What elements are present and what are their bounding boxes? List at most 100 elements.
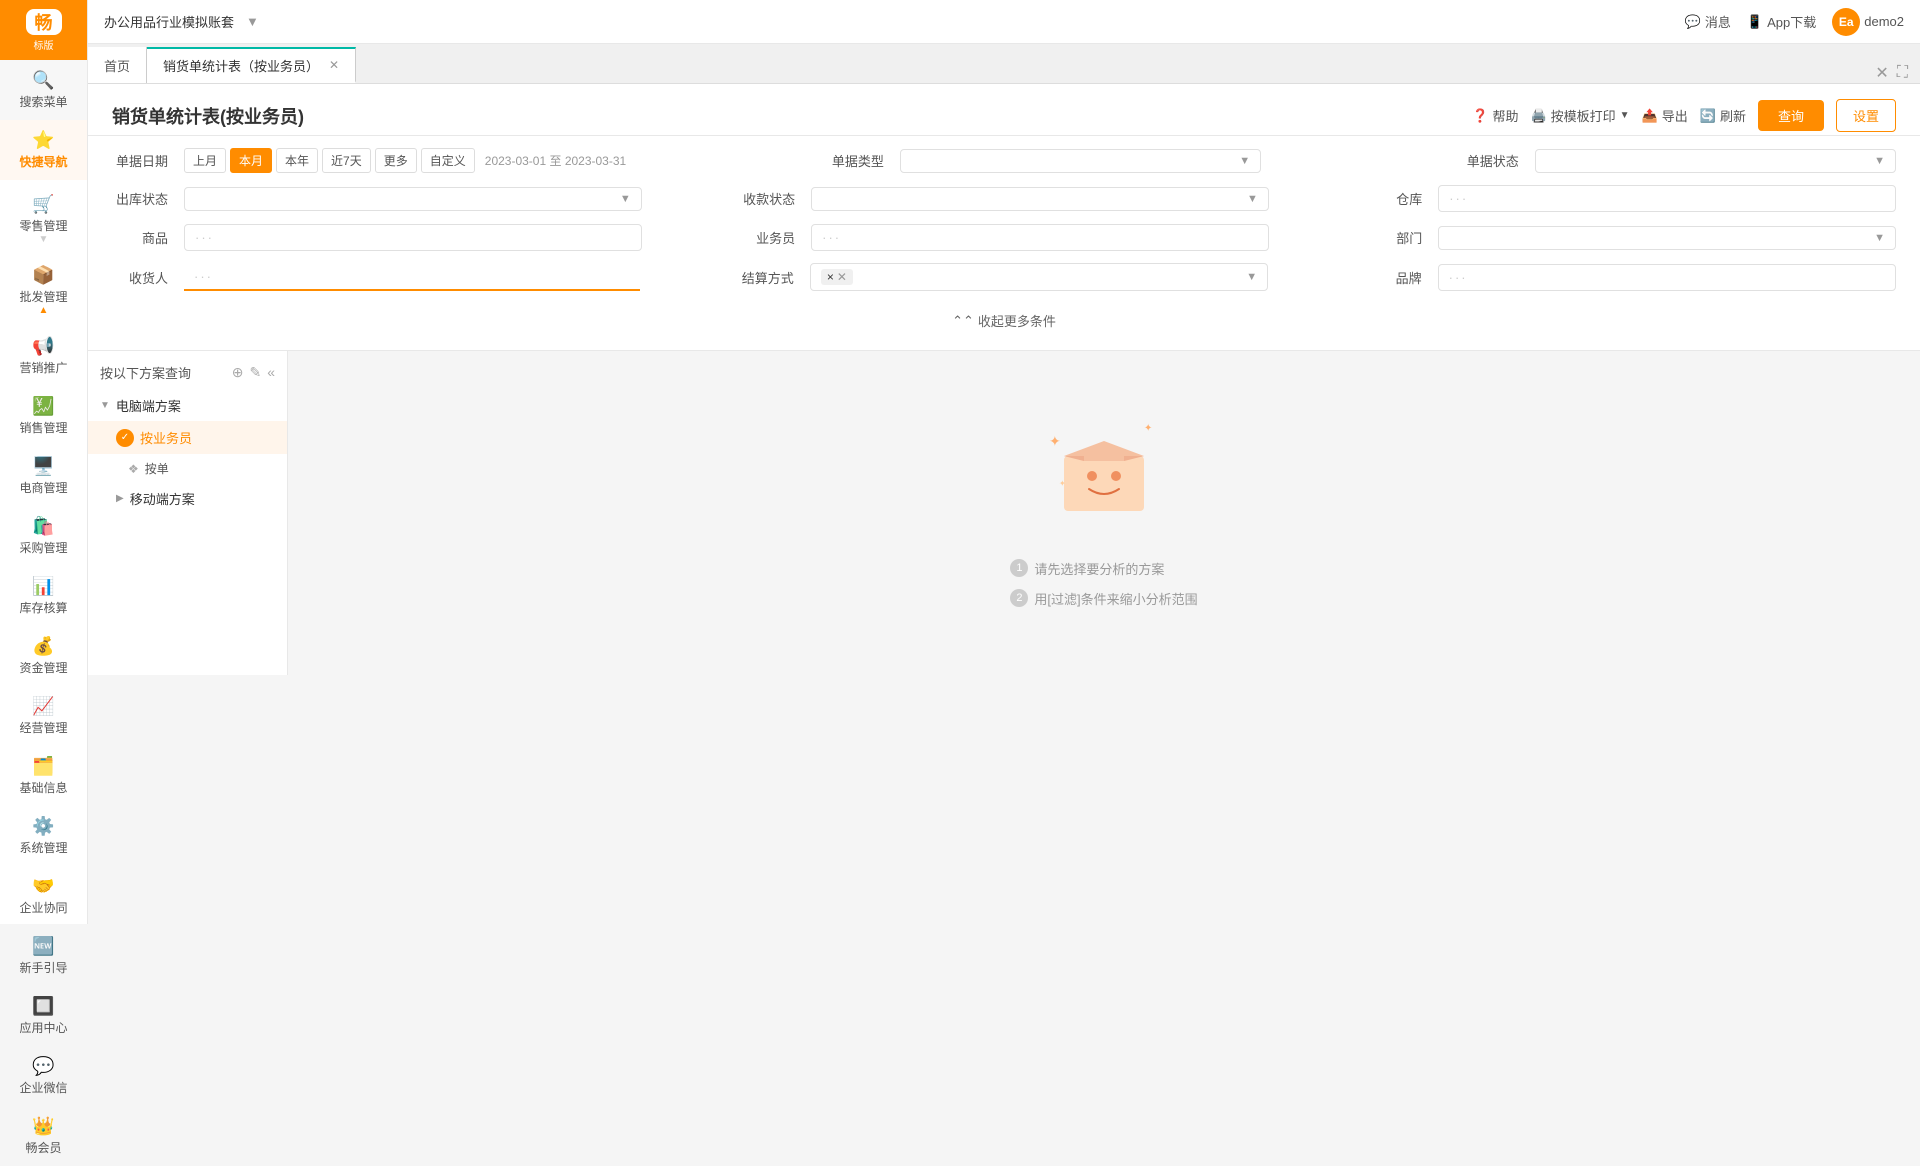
sidebar-search-label: 搜索菜单 [19,93,67,110]
outstatus-chevron: ▼ [620,193,631,205]
download-icon: 📱 [1747,14,1763,30]
collapse-btn[interactable]: ⌃⌃ 收起更多条件 [112,303,1896,338]
tab-sales-stats-label: 销货单统计表（按业务员） [163,56,319,75]
salesperson-select[interactable]: ··· [811,224,1269,251]
export-btn[interactable]: 📤 导出 [1642,106,1688,125]
salesperson-dot: ✓ [116,429,134,447]
docstatus-select[interactable]: ▼ [1535,149,1896,173]
sidebar-marketing-label: 营销推广 [19,359,67,376]
brand-select[interactable]: ··· [1438,264,1896,291]
sidebar-operations-label: 经营管理 [19,719,67,736]
sidebar-item-retail[interactable]: 🛒 零售管理 ▼ [0,184,87,255]
sidebar-item-wholesale[interactable]: 📦 批发管理 ▲ [0,255,87,326]
receiver-input[interactable]: ··· [184,264,640,291]
salesperson-dots: ··· [822,230,841,245]
sidebar-item-search[interactable]: 🔍 搜索菜单 [0,60,87,120]
lp-subitem-order[interactable]: ❖ 按单 [88,454,287,483]
settlement-chevron: ▼ [1246,271,1257,283]
date-btn-7days[interactable]: 近7天 [322,148,371,173]
sidebar-item-operations[interactable]: 📈 经营管理 [0,686,87,746]
receiver-dots: ··· [194,269,213,284]
tab-sales-stats[interactable]: 销货单统计表（按业务员） ✕ [147,47,356,83]
doctype-select[interactable]: ▼ [900,149,1261,173]
settlement-select[interactable]: × ✕ ▼ [810,263,1268,291]
salesperson-label: 业务员 [739,228,795,247]
sidebar-item-sales[interactable]: 💹 销售管理 [0,386,87,446]
basic-icon: 🗂️ [32,756,54,777]
content-area: 销货单统计表(按业务员) ❓ 帮助 🖨️ 按模板打印 ▼ 📤 导出 🔄 刷 [88,84,1920,924]
message-btn[interactable]: 💬 消息 [1685,12,1731,31]
wechat-icon: 💬 [32,1056,54,1077]
collectstatus-select[interactable]: ▼ [811,187,1269,211]
date-label: 单据日期 [112,151,168,170]
logo-area: 畅 标版 [0,0,87,60]
tab-close-window-icon[interactable]: ✕ [1875,63,1888,83]
left-panel: 按以下方案查询 ⊕ ✎ « ▼ 电脑端方案 ✓ 按业务员 [88,351,288,675]
sidebar-item-enterprise[interactable]: 🤝 企业协同 [0,866,87,926]
sidebar-item-finance[interactable]: 💰 资金管理 [0,626,87,686]
sidebar-system-label: 系统管理 [19,839,67,856]
outstatus-select[interactable]: ▼ [184,187,642,211]
lp-section-pc-title[interactable]: ▼ 电脑端方案 [88,390,287,421]
empty-state: ✦ ✦ ✦ 1 请先选择要分析的方案 2 用[过滤]条件来缩小分析范围 [288,351,1920,675]
date-btn-more[interactable]: 更多 [375,148,417,173]
sidebar-item-basic[interactable]: 🗂️ 基础信息 [0,746,87,806]
appcenter-icon: 🔲 [32,996,54,1017]
message-label: 消息 [1705,12,1731,31]
sidebar-item-wechat[interactable]: 💬 企业微信 [0,1046,87,1106]
help-btn[interactable]: ❓ 帮助 [1472,106,1518,125]
title-arrow[interactable]: ▼ [246,14,259,29]
date-btn-thismonth[interactable]: 本月 [230,148,272,173]
sidebar-item-purchase[interactable]: 🛍️ 采购管理 [0,506,87,566]
ecommerce-icon: 🖥️ [32,456,54,477]
sidebar-retail-label: 零售管理 [19,217,67,234]
print-arrow: ▼ [1620,110,1630,121]
sidebar-quicknav-label: 快捷导航 [19,153,67,170]
date-btn-thisyear[interactable]: 本年 [276,148,318,173]
empty-tip-2: 2 用[过滤]条件来缩小分析范围 [1010,585,1197,611]
query-button[interactable]: 查询 [1758,100,1824,131]
lp-collapse-icon[interactable]: « [267,364,275,381]
app-download-btn[interactable]: 📱 App下载 [1747,12,1816,31]
settlement-clear[interactable]: ✕ [837,270,847,284]
page-header: 销货单统计表(按业务员) ❓ 帮助 🖨️ 按模板打印 ▼ 📤 导出 🔄 刷 [88,84,1920,136]
sidebar-item-inventory[interactable]: 📊 库存核算 [0,566,87,626]
sidebar-item-newuser[interactable]: 🆕 新手引导 [0,926,87,986]
settings-button[interactable]: 设置 [1836,99,1896,132]
help-icon: ❓ [1472,108,1488,124]
tip-num-1: 1 [1010,559,1028,577]
template-print-btn[interactable]: 🖨️ 按模板打印 ▼ [1530,106,1629,125]
tab-fullscreen-icon[interactable]: ⛶ [1897,64,1908,82]
finance-icon: 💰 [32,636,54,657]
goods-select[interactable]: ··· [184,224,642,251]
tab-home[interactable]: 首页 [88,47,147,83]
mobile-section-label: 移动端方案 [130,489,195,508]
refresh-btn[interactable]: 🔄 刷新 [1700,106,1746,125]
tab-maximize-area: ✕ ⛶ [1863,63,1920,83]
tab-close-btn[interactable]: ✕ [329,58,339,72]
sidebar-item-quicknav[interactable]: ⭐ 快捷导航 [0,120,87,180]
date-btn-lastmonth[interactable]: 上月 [184,148,226,173]
lp-edit-icon[interactable]: ✎ [249,364,261,381]
doctype-label: 单据类型 [828,151,884,170]
sidebar-item-member[interactable]: 👑 畅会员 [0,1106,87,1166]
sidebar-item-marketing[interactable]: 📢 营销推广 [0,326,87,386]
enterprise-icon: 🤝 [32,876,54,897]
department-select[interactable]: ▼ [1438,226,1896,250]
warehouse-select[interactable]: ··· [1438,185,1896,212]
lp-section-mobile-title[interactable]: ▶ 移动端方案 [88,483,287,514]
user-avatar-area[interactable]: Ea demo2 [1832,8,1904,36]
date-btn-custom[interactable]: 自定义 [421,148,475,173]
sidebar-item-ecommerce[interactable]: 🖥️ 电商管理 [0,446,87,506]
sidebar-item-system[interactable]: ⚙️ 系统管理 [0,806,87,866]
lp-item-salesperson[interactable]: ✓ 按业务员 [88,421,287,454]
retail-icon: 🛒 [32,194,54,215]
sidebar: 畅 标版 🔍 搜索菜单 ⭐ 快捷导航 🛒 零售管理 ▼ 📦 批发管理 ▲ 📢 营… [0,0,88,924]
order-icon-small: ❖ [128,462,139,476]
pc-section-arrow: ▼ [100,400,110,411]
lp-header-title: 按以下方案查询 [100,363,191,382]
lp-add-icon[interactable]: ⊕ [232,364,244,381]
sidebar-item-appcenter[interactable]: 🔲 应用中心 [0,986,87,1046]
empty-tip-1: 1 请先选择要分析的方案 [1010,555,1197,581]
svg-text:✦: ✦ [1049,433,1061,449]
